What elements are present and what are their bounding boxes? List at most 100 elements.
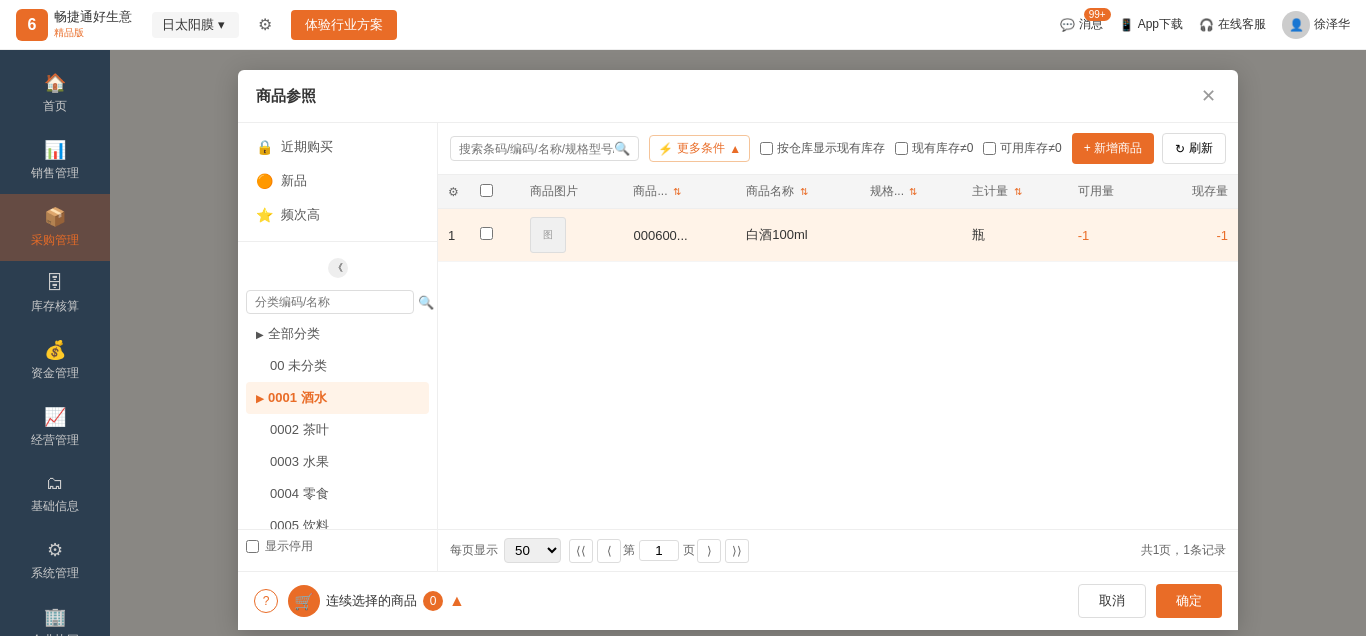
pagination-bar: 每页显示 50 10 20 100 ⟨⟨ ⟨ 第 页: [438, 529, 1238, 571]
sidebar-item-system[interactable]: ⚙ 系统管理: [0, 527, 110, 594]
sidebar-item-stock[interactable]: 🗄 库存核算: [0, 261, 110, 327]
th-stock: 现存量: [1153, 175, 1238, 209]
sidebar-item-sales[interactable]: 📊 销售管理: [0, 127, 110, 194]
cat-c00-label: 00 未分类: [270, 357, 327, 375]
new-icon: 🟠: [256, 173, 273, 189]
cat-all[interactable]: ▶ 全部分类: [246, 318, 429, 350]
page-label: 第: [623, 542, 635, 559]
column-settings-icon[interactable]: ⚙: [448, 185, 459, 199]
th-checkbox: [470, 175, 520, 209]
help-button[interactable]: ?: [254, 589, 278, 613]
th-unit[interactable]: 主计量 ⇅: [962, 175, 1067, 209]
refresh-button[interactable]: ↻ 刷新: [1162, 133, 1226, 164]
left-nav-recent[interactable]: 🔒 近期购买: [246, 131, 429, 163]
sidebar-item-enterprise[interactable]: 🏢 企业协同: [0, 594, 110, 636]
sidebar-item-home[interactable]: 🏠 首页: [0, 60, 110, 127]
chevron-down-icon: ▾: [218, 17, 225, 32]
basic-icon: 🗂: [46, 473, 64, 494]
online-service-nav-item[interactable]: 🎧 在线客服: [1199, 16, 1266, 33]
collapse-left-button[interactable]: 《: [328, 258, 348, 278]
th-name[interactable]: 商品名称 ⇅: [736, 175, 860, 209]
cat-c00[interactable]: 00 未分类: [246, 350, 429, 382]
sales-icon: 📊: [44, 139, 66, 161]
filter-icon: ⚡: [658, 142, 673, 156]
cat-c0004[interactable]: 0004 零食: [246, 478, 429, 510]
th-available: 可用量: [1068, 175, 1153, 209]
checkbox-usable[interactable]: [983, 142, 996, 155]
per-page-select[interactable]: 50 10 20 100: [504, 538, 561, 563]
product-search-input[interactable]: [459, 142, 614, 156]
right-panel: 🔍 ⚡ 更多条件 ▲ 按仓库显示现有库存: [438, 123, 1238, 571]
close-button[interactable]: ✕: [1196, 84, 1220, 108]
cat-c0005-label: 0005 饮料: [270, 517, 329, 529]
sort-name-icon: ⇅: [800, 186, 808, 197]
logo-icon: 6: [16, 9, 48, 41]
cat-c0005[interactable]: 0005 饮料: [246, 510, 429, 529]
sidebar-item-purchase[interactable]: 📦 采购管理: [0, 194, 110, 261]
sidebar-item-basic[interactable]: 🗂 基础信息: [0, 461, 110, 527]
left-nav-new[interactable]: 🟠 新品: [246, 165, 429, 197]
trial-button[interactable]: 体验行业方案: [291, 10, 397, 40]
last-page-button[interactable]: ⟩⟩: [725, 539, 749, 563]
product-image: 图: [530, 217, 566, 253]
show-disabled-checkbox[interactable]: [246, 540, 259, 553]
user-nav-item[interactable]: 👤 徐泽华: [1282, 11, 1350, 39]
confirm-button[interactable]: 确定: [1156, 584, 1222, 618]
search-icon[interactable]: 🔍: [418, 295, 434, 310]
sidebar-item-operation[interactable]: 📈 经营管理: [0, 394, 110, 461]
checkbox-usable-label[interactable]: 可用库存≠0: [983, 140, 1061, 157]
next-page-button[interactable]: ⟩: [697, 539, 721, 563]
settings-icon[interactable]: ⚙: [249, 9, 281, 41]
search-submit-icon[interactable]: 🔍: [614, 141, 630, 156]
main-layout: 🏠 首页 📊 销售管理 📦 采购管理 🗄 库存核算 💰 资金管理 📈 经营管理 …: [0, 50, 1366, 636]
sidebar-label-fund: 资金管理: [31, 365, 79, 382]
select-all-checkbox[interactable]: [480, 184, 493, 197]
td-code: 000600...: [623, 209, 736, 262]
row-checkbox[interactable]: [480, 227, 493, 240]
system-icon: ⚙: [47, 539, 63, 561]
headset-icon: 🎧: [1199, 18, 1214, 32]
checkbox-stock-label[interactable]: 按仓库显示现有库存: [760, 140, 885, 157]
th-code[interactable]: 商品... ⇅: [623, 175, 736, 209]
first-page-button[interactable]: ⟨⟨: [569, 539, 593, 563]
left-nav-frequent[interactable]: ⭐ 频次高: [246, 199, 429, 231]
sidebar-item-fund[interactable]: 💰 资金管理: [0, 327, 110, 394]
category-search-input[interactable]: [246, 290, 414, 314]
cart-icon[interactable]: 🛒: [288, 585, 320, 617]
filter-button[interactable]: ⚡ 更多条件 ▲: [649, 135, 750, 162]
sidebar-label-stock: 库存核算: [31, 298, 79, 315]
sort-spec-icon: ⇅: [909, 186, 917, 197]
add-product-button[interactable]: + 新增商品: [1072, 133, 1154, 164]
cancel-button[interactable]: 取消: [1078, 584, 1146, 618]
sort-unit-icon: ⇅: [1014, 186, 1022, 197]
show-disabled-label[interactable]: 显示停用: [246, 538, 429, 555]
fund-icon: 💰: [44, 339, 66, 361]
logo-sub: 精品版: [54, 26, 132, 40]
cat-c0003[interactable]: 0003 水果: [246, 446, 429, 478]
left-panel: 🔒 近期购买 🟠 新品 ⭐ 频次高: [238, 123, 438, 571]
toolbar-right: + 新增商品 ↻ 刷新: [1072, 133, 1226, 164]
cat-c0002[interactable]: 0002 茶叶: [246, 414, 429, 446]
page-number-input[interactable]: [639, 540, 679, 561]
app-download-nav-item[interactable]: 📱 App下载: [1119, 16, 1183, 33]
cat-all-label: 全部分类: [268, 325, 320, 343]
prev-page-button[interactable]: ⟨: [597, 539, 621, 563]
modal-overlay: 商品参照 ✕ 🔒 近期购买 🟠: [110, 50, 1366, 636]
th-spec[interactable]: 规格... ⇅: [860, 175, 962, 209]
left-nav: 🔒 近期购买 🟠 新品 ⭐ 频次高: [238, 131, 437, 242]
checkbox-stock[interactable]: [760, 142, 773, 155]
collapse-footer-icon[interactable]: ▲: [449, 592, 465, 610]
td-spec: [860, 209, 962, 262]
sidebar-label-system: 系统管理: [31, 565, 79, 582]
left-nav-recent-label: 近期购买: [281, 138, 333, 156]
store-selector[interactable]: 日太阳膜 ▾: [152, 12, 239, 38]
checkbox-available-label[interactable]: 现有库存≠0: [895, 140, 973, 157]
td-num: 1: [438, 209, 470, 262]
cat-c0001[interactable]: ▶ 0001 酒水: [246, 382, 429, 414]
table-row[interactable]: 1 图 000600... 白酒100ml: [438, 209, 1238, 262]
message-nav-item[interactable]: 💬 消息 99+: [1060, 16, 1103, 33]
th-settings: ⚙: [438, 175, 470, 209]
sidebar-label-sales: 销售管理: [31, 165, 79, 182]
checkbox-available[interactable]: [895, 142, 908, 155]
logo-name: 畅捷通好生意: [54, 9, 132, 26]
